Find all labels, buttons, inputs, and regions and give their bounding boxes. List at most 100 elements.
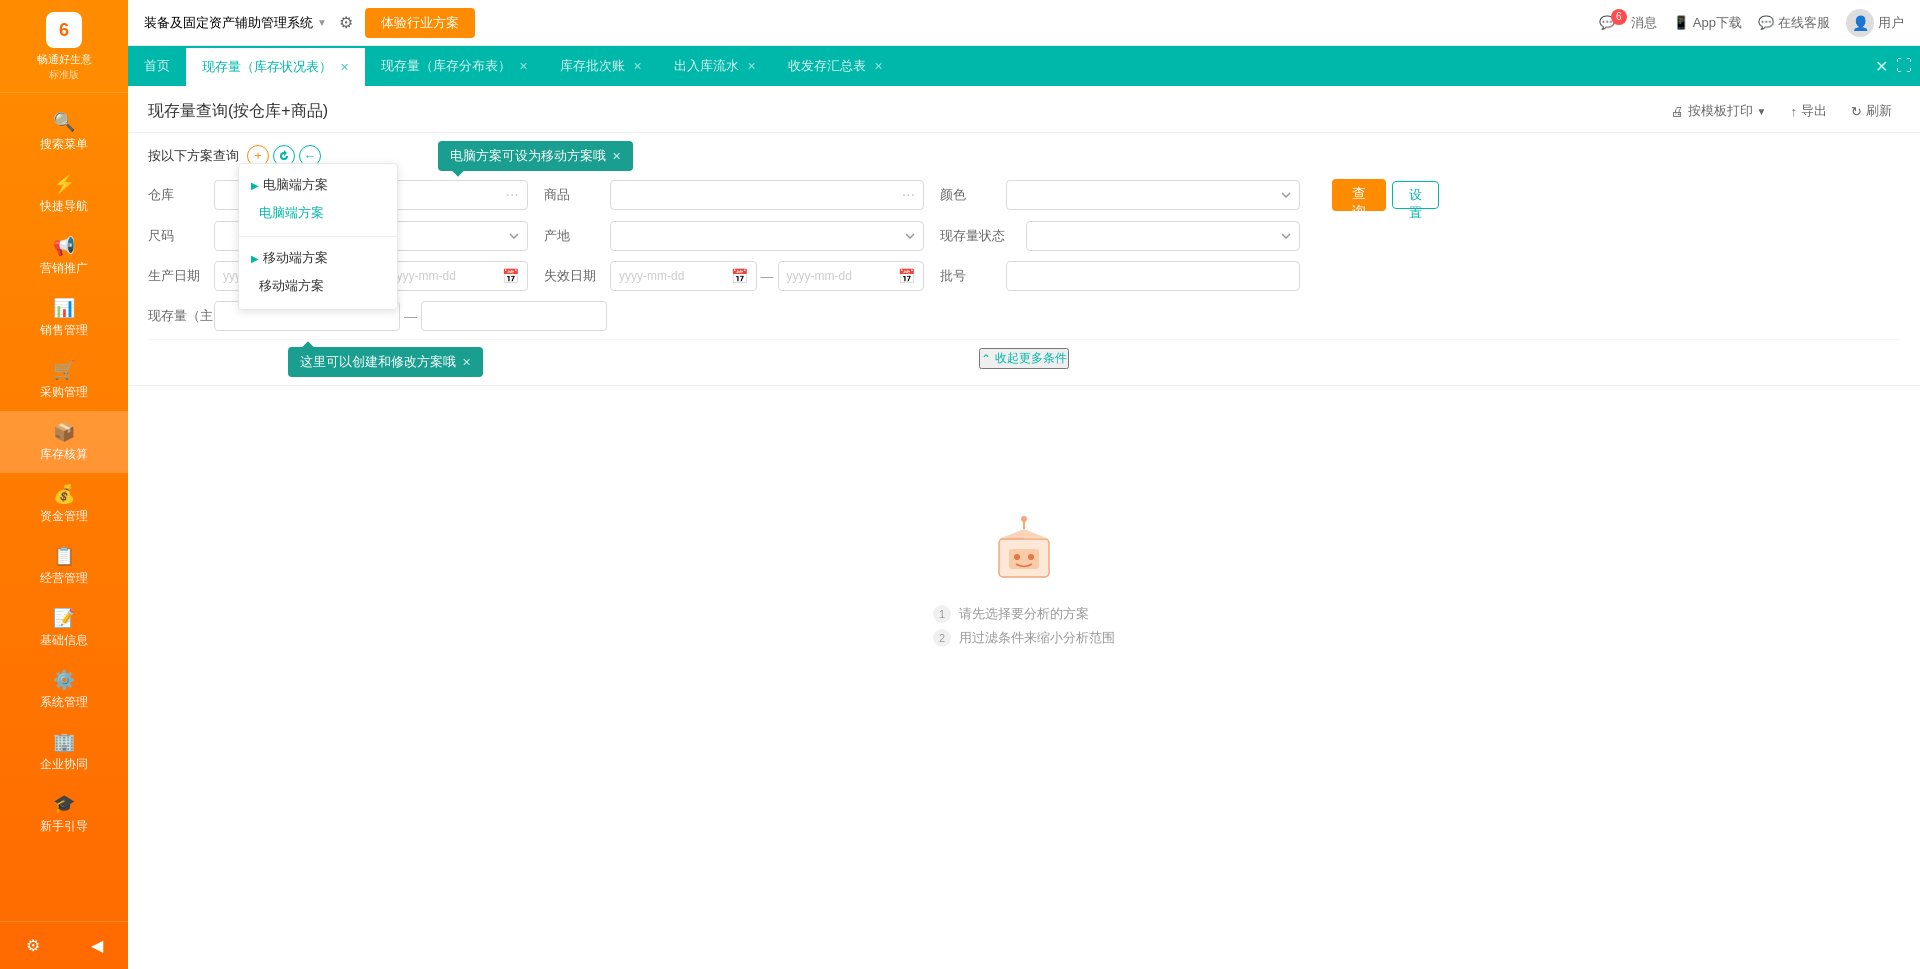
export-icon: ↑ <box>1791 104 1798 119</box>
sidebar-item-inventory[interactable]: 📦 库存核算 <box>0 411 128 473</box>
sidebar-item-finance[interactable]: 💰 资金管理 <box>0 473 128 535</box>
query-btn[interactable]: 查询 <box>1332 179 1386 211</box>
system-title-text: 装备及固定资产辅助管理系统 <box>144 14 313 32</box>
notification-action[interactable]: 💬 6 消息 <box>1599 14 1657 32</box>
export-btn[interactable]: ↑ 导出 <box>1783 98 1836 124</box>
mfg-date-end[interactable]: yyyy-mm-dd 📅 <box>382 261 529 291</box>
user-action[interactable]: 👤 用户 <box>1846 9 1904 37</box>
dropdown-arrow-icon: ▼ <box>317 17 327 28</box>
scheme-mobile-item[interactable]: 移动端方案 <box>239 271 397 301</box>
filter-header: 按以下方案查询 + ← ▶ 电脑端方案 <box>148 145 1900 167</box>
header-gear-btn[interactable]: ⚙ <box>339 13 353 32</box>
brand-name: 畅通好生意 <box>37 52 92 66</box>
tab-recv-send-summary[interactable]: 收发存汇总表 ✕ <box>772 46 899 86</box>
scheme-desktop-section: ▶ 电脑端方案 电脑端方案 <box>239 164 397 236</box>
page-actions: 🖨 按模板打印 ▼ ↑ 导出 ↻ 刷新 <box>1663 98 1900 124</box>
sidebar-item-basic-info[interactable]: 📝 基础信息 <box>0 597 128 659</box>
scheme-panel: ▶ 电脑端方案 电脑端方案 ▶ 移动端方案 <box>238 163 398 310</box>
sidebar-item-enterprise[interactable]: 🏢 企业协同 <box>0 721 128 783</box>
brand-badge: 标准版 <box>49 68 79 82</box>
enterprise-icon: 🏢 <box>53 731 75 753</box>
tab-close-in-out-flow[interactable]: ✕ <box>747 60 756 73</box>
collapse-up-icon: ⌃ <box>981 352 991 366</box>
scheme-desktop-item[interactable]: 电脑端方案 <box>239 198 397 228</box>
scheme-mobile-header[interactable]: ▶ 移动端方案 <box>239 245 397 271</box>
sidebar-item-label: 资金管理 <box>40 508 88 525</box>
settings-bottom-btn[interactable]: ⚙ <box>22 932 44 959</box>
tab-close-inventory-status[interactable]: ✕ <box>340 61 349 74</box>
collapse-sidebar-btn[interactable]: ◀ <box>87 932 107 959</box>
step-2-text: 用过滤条件来缩小分析范围 <box>959 629 1115 647</box>
calendar-icon-2: 📅 <box>502 268 519 284</box>
warehouse-dots[interactable]: ··· <box>506 186 519 204</box>
size-label: 尺码 <box>148 227 208 245</box>
empty-state: 1 请先选择要分析的方案 2 用过滤条件来缩小分析范围 <box>933 499 1115 653</box>
sidebar-item-marketing[interactable]: 📢 营销推广 <box>0 225 128 287</box>
filter-cell-exp-date: 失效日期 yyyy-mm-dd 📅 — yyyy-mm-dd 📅 <box>544 261 924 291</box>
chevron-right-icon: ▶ <box>251 253 259 264</box>
sidebar-item-quick-nav[interactable]: ⚡ 快捷导航 <box>0 163 128 225</box>
search-icon: 🔍 <box>53 111 75 133</box>
goods-dots[interactable]: ··· <box>902 186 915 204</box>
sidebar-item-label: 采购管理 <box>40 384 88 401</box>
main-area: 装备及固定资产辅助管理系统 ▼ ⚙ 体验行业方案 💬 6 消息 📱 App下载 … <box>128 0 1920 969</box>
calendar-icon-4: 📅 <box>898 268 915 284</box>
guide-icon: 🎓 <box>53 793 75 815</box>
logo-icon: 6 <box>46 12 82 48</box>
stock-qty-max[interactable] <box>421 301 607 331</box>
sidebar-item-system[interactable]: ⚙️ 系统管理 <box>0 659 128 721</box>
filter-cell-stock-status: 现存量状态 <box>940 221 1300 251</box>
sidebar-item-sales[interactable]: 📊 销售管理 <box>0 287 128 349</box>
calendar-icon-3: 📅 <box>731 268 748 284</box>
tab-close-recv-send-summary[interactable]: ✕ <box>874 60 883 73</box>
scheme-mobile-section: ▶ 移动端方案 移动端方案 <box>239 237 397 309</box>
sidebar-item-label: 搜索菜单 <box>40 136 88 153</box>
stock-status-select[interactable] <box>1026 221 1300 251</box>
color-select[interactable] <box>1006 180 1300 210</box>
tab-inventory-dist-label: 现存量（库存分布表） <box>381 57 511 75</box>
svg-point-5 <box>1021 516 1027 522</box>
scheme-desktop-header[interactable]: ▶ 电脑端方案 <box>239 172 397 198</box>
tab-batch-account[interactable]: 库存批次账 ✕ <box>544 46 658 86</box>
sidebar-item-label: 系统管理 <box>40 694 88 711</box>
tab-in-out-flow[interactable]: 出入库流水 ✕ <box>658 46 772 86</box>
quick-nav-icon: ⚡ <box>53 173 75 195</box>
svg-point-3 <box>1028 554 1034 560</box>
sidebar-logo: 6 畅通好生意 标准版 <box>0 0 128 93</box>
online-service-action[interactable]: 💬 在线客服 <box>1758 14 1830 32</box>
origin-select[interactable] <box>610 221 924 251</box>
template-print-btn[interactable]: 🖨 按模板打印 ▼ <box>1663 98 1775 124</box>
tab-inventory-dist[interactable]: 现存量（库存分布表） ✕ <box>365 46 544 86</box>
tab-close-inventory-dist[interactable]: ✕ <box>519 60 528 73</box>
tab-inventory-status[interactable]: 现存量（库存状况表） ✕ <box>186 46 365 86</box>
header-left: 装备及固定资产辅助管理系统 ▼ ⚙ 体验行业方案 <box>144 8 475 38</box>
empty-step-1: 1 请先选择要分析的方案 <box>933 605 1115 623</box>
tooltip-1-close[interactable]: ✕ <box>612 150 621 163</box>
filter-row-4: 现存量（主） — <box>148 301 1900 331</box>
sidebar-item-operations[interactable]: 📋 经营管理 <box>0 535 128 597</box>
collapse-btn-label: 收起更多条件 <box>995 350 1067 367</box>
tab-home[interactable]: 首页 <box>128 46 186 86</box>
filter-row-1: 仓库 ··· 商品 ··· 颜色 <box>148 179 1900 211</box>
collapse-btn[interactable]: ⌃ 收起更多条件 <box>979 348 1069 369</box>
sidebar-item-search[interactable]: 🔍 搜索菜单 <box>0 101 128 163</box>
header-right: 💬 6 消息 📱 App下载 💬 在线客服 👤 用户 <box>1599 9 1904 37</box>
sidebar-item-guide[interactable]: 🎓 新手引导 <box>0 783 128 845</box>
exp-date-end[interactable]: yyyy-mm-dd 📅 <box>778 261 925 291</box>
trial-btn[interactable]: 体验行业方案 <box>365 8 475 38</box>
tab-minimize-btn[interactable]: ✕ <box>1875 57 1888 76</box>
scheme-mobile-item-label: 移动端方案 <box>259 278 324 293</box>
tooltip-2-close[interactable]: ✕ <box>462 356 471 369</box>
app-download-action[interactable]: 📱 App下载 <box>1673 14 1742 32</box>
tab-maximize-btn[interactable]: ⛶ <box>1896 57 1912 75</box>
exp-date-start[interactable]: yyyy-mm-dd 📅 <box>610 261 757 291</box>
top-header: 装备及固定资产辅助管理系统 ▼ ⚙ 体验行业方案 💬 6 消息 📱 App下载 … <box>128 0 1920 46</box>
sidebar-item-purchase[interactable]: 🛒 采购管理 <box>0 349 128 411</box>
refresh-btn[interactable]: ↻ 刷新 <box>1843 98 1900 124</box>
sidebar-item-label: 营销推广 <box>40 260 88 277</box>
batch-input[interactable] <box>1006 261 1300 291</box>
user-avatar: 👤 <box>1846 9 1874 37</box>
tab-close-batch-account[interactable]: ✕ <box>633 60 642 73</box>
system-title-dropdown[interactable]: 装备及固定资产辅助管理系统 ▼ <box>144 14 327 32</box>
reset-btn[interactable]: 设置 <box>1392 181 1439 209</box>
